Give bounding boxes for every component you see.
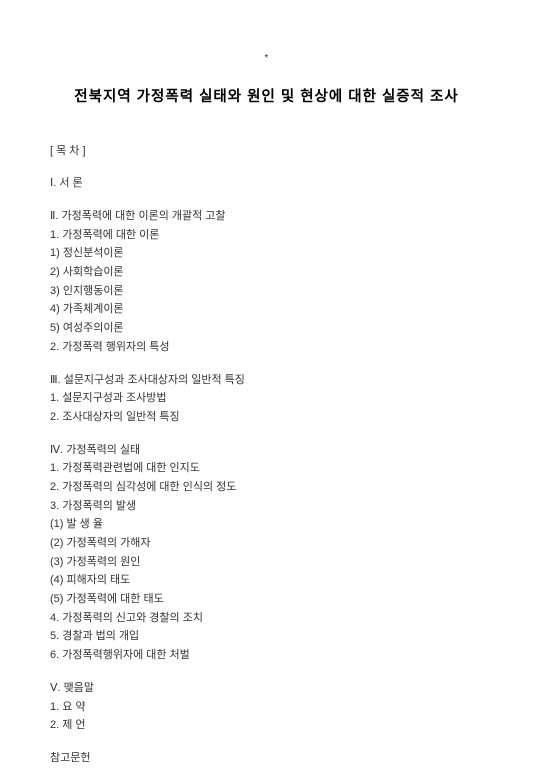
section-heading: Ⅳ. 가정폭력의 실태: [50, 441, 483, 460]
toc-item: 3. 가정폭력의 발생: [50, 497, 483, 516]
section-heading: Ⅴ. 맺음말: [50, 679, 483, 698]
toc-item: 1. 가정폭력에 대한 이론: [50, 226, 483, 245]
toc-item: 4. 가정폭력의 신고와 경찰의 조치: [50, 609, 483, 628]
toc-label: [ 목 차 ]: [50, 142, 483, 161]
toc-item: (2) 가정폭력의 가해자: [50, 534, 483, 553]
asterisk-marker: *: [50, 50, 483, 67]
section-1: Ⅰ. 서 론: [50, 174, 483, 193]
toc-item: 1. 설문지구성과 조사방법: [50, 389, 483, 408]
toc-item: 6. 가정폭력행위자에 대한 처벌: [50, 646, 483, 665]
section-heading: Ⅱ. 가정폭력에 대한 이론의 개괄적 고찰: [50, 207, 483, 226]
toc-item: 1. 가정폭력관련법에 대한 인지도: [50, 459, 483, 478]
toc-item: (4) 피해자의 태도: [50, 571, 483, 590]
section-4: Ⅳ. 가정폭력의 실태 1. 가정폭력관련법에 대한 인지도 2. 가정폭력의 …: [50, 441, 483, 665]
toc-item: (5) 가정폭력에 대한 태도: [50, 590, 483, 609]
section-6: 참고문헌: [50, 749, 483, 768]
section-heading: 참고문헌: [50, 749, 483, 768]
toc-item: (1) 발 생 율: [50, 515, 483, 534]
document-title: 전북지역 가정폭력 실태와 원인 및 현상에 대한 실증적 조사: [50, 85, 483, 110]
toc-item: (3) 가정폭력의 원인: [50, 553, 483, 572]
toc-item: 1. 요 약: [50, 698, 483, 717]
toc-item: 2. 가정폭력의 심각성에 대한 인식의 정도: [50, 478, 483, 497]
section-heading: Ⅰ. 서 론: [50, 174, 483, 193]
section-heading: Ⅲ. 설문지구성과 조사대상자의 일반적 특징: [50, 371, 483, 390]
toc-item: 5) 여성주의이론: [50, 319, 483, 338]
toc-item: 2) 사회학습이론: [50, 263, 483, 282]
toc-item: 2. 조사대상자의 일반적 특징: [50, 408, 483, 427]
toc-item: 2. 가정폭력 행위자의 특성: [50, 338, 483, 357]
toc-item: 1) 정신분석이론: [50, 244, 483, 263]
toc-item: 4) 가족체계이론: [50, 300, 483, 319]
section-3: Ⅲ. 설문지구성과 조사대상자의 일반적 특징 1. 설문지구성과 조사방법 2…: [50, 371, 483, 427]
toc-item: 3) 인지행동이론: [50, 282, 483, 301]
section-2: Ⅱ. 가정폭력에 대한 이론의 개괄적 고찰 1. 가정폭력에 대한 이론 1)…: [50, 207, 483, 357]
toc-item: 2. 제 언: [50, 716, 483, 735]
section-5: Ⅴ. 맺음말 1. 요 약 2. 제 언: [50, 679, 483, 735]
toc-item: 5. 경찰과 법의 개입: [50, 627, 483, 646]
